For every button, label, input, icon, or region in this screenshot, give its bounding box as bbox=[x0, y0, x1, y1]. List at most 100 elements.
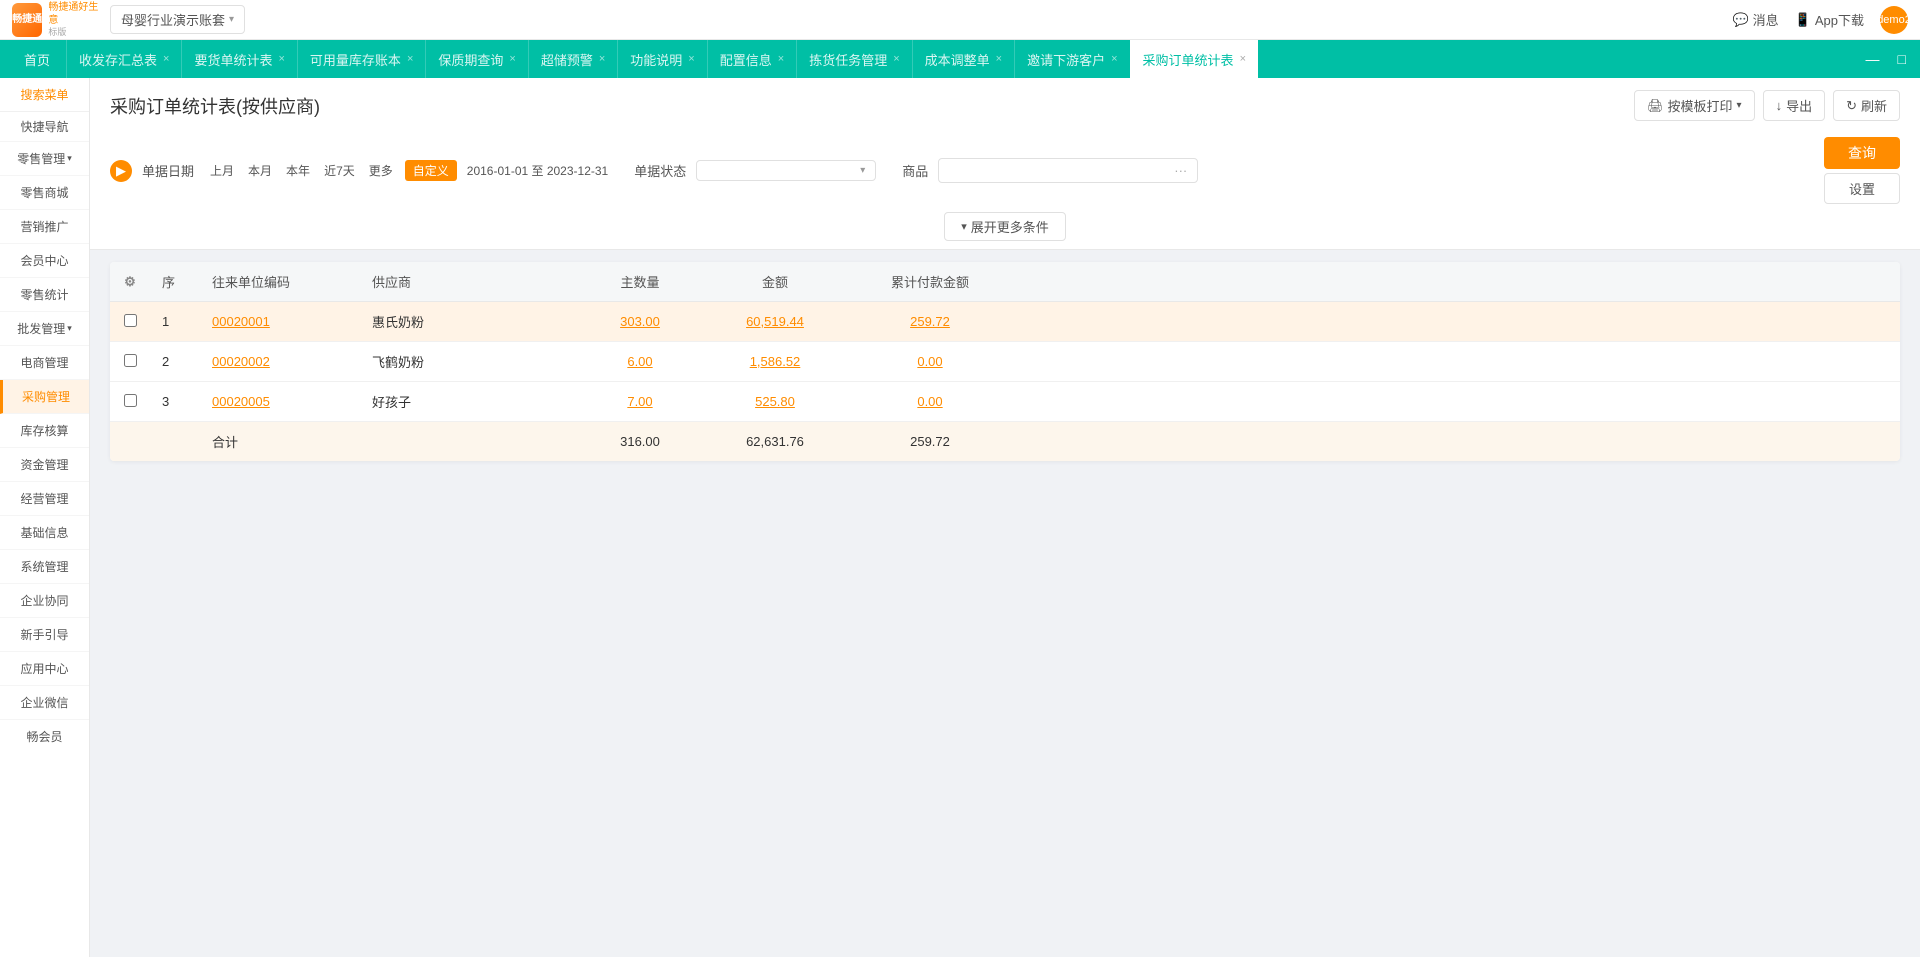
row-amount[interactable]: 1,586.52 bbox=[700, 342, 850, 382]
sidebar-item-vip[interactable]: 畅会员 bbox=[0, 720, 89, 753]
close-icon[interactable]: × bbox=[996, 53, 1002, 65]
goods-label: 商品 bbox=[902, 161, 928, 180]
sidebar-item-new-guide[interactable]: 新手引导 bbox=[0, 618, 89, 652]
minimize-btn[interactable]: — bbox=[1860, 47, 1886, 71]
query-button[interactable]: 查询 bbox=[1824, 137, 1900, 169]
row-qty[interactable]: 7.00 bbox=[580, 382, 700, 422]
row-code[interactable]: 00020005 bbox=[200, 382, 360, 422]
row-no: 2 bbox=[150, 342, 200, 382]
date-btn-7days[interactable]: 近7天 bbox=[318, 160, 361, 181]
close-icon[interactable]: × bbox=[509, 53, 515, 65]
tab-config[interactable]: 配置信息 × bbox=[707, 40, 796, 78]
sidebar-item-biz-mgmt[interactable]: 经营管理 bbox=[0, 482, 89, 516]
user-avatar[interactable]: demo2 bbox=[1880, 6, 1908, 34]
tab-home[interactable]: 首页 bbox=[8, 40, 66, 78]
ellipsis-icon: ··· bbox=[1174, 163, 1187, 178]
row-paid[interactable]: 0.00 bbox=[850, 342, 1010, 382]
date-btn-this-year[interactable]: 本年 bbox=[280, 160, 316, 181]
message-icon: 💬 bbox=[1732, 12, 1748, 28]
close-icon[interactable]: × bbox=[1240, 53, 1246, 65]
close-icon[interactable]: × bbox=[1111, 53, 1117, 65]
sidebar-item-retail-stats[interactable]: 零售统计 bbox=[0, 278, 89, 312]
custom-date-tag: 自定义 bbox=[405, 160, 457, 181]
close-icon[interactable]: × bbox=[893, 53, 899, 65]
sidebar-item-quick-nav[interactable]: 快捷导航 bbox=[0, 112, 89, 142]
footer-amount: 62,631.76 bbox=[700, 422, 850, 462]
sidebar-item-ecommerce-mgmt[interactable]: 电商管理 bbox=[0, 346, 89, 380]
row-checkbox[interactable] bbox=[124, 394, 137, 407]
row-paid[interactable]: 0.00 bbox=[850, 382, 1010, 422]
close-icon[interactable]: × bbox=[278, 53, 284, 65]
tab-pick-task[interactable]: 拣货任务管理 × bbox=[796, 40, 911, 78]
table-row: 1 00020001 惠氏奶粉 303.00 60,519.44 259.72 bbox=[110, 302, 1900, 342]
sidebar-item-inventory-check[interactable]: 库存核算 bbox=[0, 414, 89, 448]
tab-receipts[interactable]: 收发存汇总表 × bbox=[66, 40, 181, 78]
tab-cost-adjust[interactable]: 成本调整单 × bbox=[912, 40, 1014, 78]
tab-overstock[interactable]: 超储预警 × bbox=[528, 40, 617, 78]
workspace-selector[interactable]: 母婴行业演示账套 ▾ bbox=[110, 5, 245, 34]
footer-label: 合计 bbox=[200, 422, 360, 462]
close-icon[interactable]: × bbox=[778, 53, 784, 65]
row-checkbox[interactable] bbox=[124, 314, 137, 327]
sidebar-item-purchase-mgmt[interactable]: 采购管理 bbox=[0, 380, 89, 414]
settings-button[interactable]: 设置 bbox=[1824, 173, 1900, 204]
row-amount[interactable]: 525.80 bbox=[700, 382, 850, 422]
sidebar-item-marketing[interactable]: 营销推广 bbox=[0, 210, 89, 244]
row-qty[interactable]: 6.00 bbox=[580, 342, 700, 382]
sidebar-item-system-mgmt[interactable]: 系统管理 bbox=[0, 550, 89, 584]
sidebar-item-enterprise-coop[interactable]: 企业协同 bbox=[0, 584, 89, 618]
date-btn-this-month[interactable]: 本月 bbox=[242, 160, 278, 181]
app-download-btn[interactable]: 📱 App下载 bbox=[1795, 10, 1864, 29]
expand-more-btn[interactable]: ▾ 展开更多条件 bbox=[944, 212, 1066, 241]
sidebar-item-retail-store[interactable]: 零售商城 bbox=[0, 176, 89, 210]
message-btn[interactable]: 💬 消息 bbox=[1732, 10, 1778, 29]
tab-inventory-ledger[interactable]: 可用量库存账本 × bbox=[297, 40, 425, 78]
col-settings[interactable]: ⚙ bbox=[110, 262, 150, 302]
download-icon: 📱 bbox=[1795, 12, 1811, 28]
table-row: 2 00020002 飞鹤奶粉 6.00 1,586.52 0.00 bbox=[110, 342, 1900, 382]
row-code[interactable]: 00020002 bbox=[200, 342, 360, 382]
close-icon[interactable]: × bbox=[407, 53, 413, 65]
date-btn-more[interactable]: 更多 bbox=[363, 160, 399, 181]
sidebar-item-enterprise-wechat[interactable]: 企业微信 bbox=[0, 686, 89, 720]
export-btn[interactable]: ↓ 导出 bbox=[1763, 90, 1826, 121]
sidebar-search[interactable]: 搜索菜单 bbox=[0, 78, 89, 112]
row-amount[interactable]: 60,519.44 bbox=[700, 302, 850, 342]
footer-qty: 316.00 bbox=[580, 422, 700, 462]
close-icon[interactable]: × bbox=[163, 53, 169, 65]
date-range-display: 2016-01-01 至 2023-12-31 bbox=[467, 162, 608, 179]
row-paid[interactable]: 259.72 bbox=[850, 302, 1010, 342]
sidebar-item-member-center[interactable]: 会员中心 bbox=[0, 244, 89, 278]
row-checkbox[interactable] bbox=[124, 354, 137, 367]
status-label: 单据状态 bbox=[634, 161, 686, 180]
footer-paid: 259.72 bbox=[850, 422, 1010, 462]
row-qty[interactable]: 303.00 bbox=[580, 302, 700, 342]
close-icon[interactable]: × bbox=[599, 53, 605, 65]
col-amount-header: 金额 bbox=[700, 262, 850, 302]
tab-feature-desc[interactable]: 功能说明 × bbox=[617, 40, 706, 78]
logo-icon: 畅捷通 bbox=[12, 3, 42, 37]
sidebar-item-wholesale-mgmt[interactable]: 批发管理 ▾ bbox=[0, 312, 89, 346]
filter-toggle-btn[interactable]: ▶ bbox=[110, 160, 132, 182]
col-supplier-header: 供应商 bbox=[360, 262, 580, 302]
goods-input[interactable]: ··· bbox=[938, 158, 1198, 183]
tab-purchase-order-stat[interactable]: 采购订单统计表 × bbox=[1130, 40, 1258, 78]
sidebar-item-retail-mgmt[interactable]: 零售管理 ▾ bbox=[0, 142, 89, 176]
tab-invite-downstream[interactable]: 邀请下游客户 × bbox=[1014, 40, 1129, 78]
row-code[interactable]: 00020001 bbox=[200, 302, 360, 342]
row-supplier: 惠氏奶粉 bbox=[360, 302, 580, 342]
maximize-btn[interactable]: □ bbox=[1892, 47, 1912, 71]
print-btn[interactable]: 🖨 按模板打印 ▾ bbox=[1634, 90, 1755, 121]
date-btn-last-month[interactable]: 上月 bbox=[204, 160, 240, 181]
tab-purchase-stat[interactable]: 要货单统计表 × bbox=[181, 40, 296, 78]
refresh-btn[interactable]: ↻ 刷新 bbox=[1833, 90, 1900, 121]
tab-expiry[interactable]: 保质期查询 × bbox=[425, 40, 527, 78]
settings-icon: ⚙ bbox=[124, 274, 136, 289]
close-icon[interactable]: × bbox=[688, 53, 694, 65]
logo-text: 畅捷通好生意 标版 bbox=[48, 1, 102, 39]
status-select[interactable]: ▾ bbox=[696, 160, 876, 181]
sidebar-item-app-center[interactable]: 应用中心 bbox=[0, 652, 89, 686]
sidebar-item-basic-info[interactable]: 基础信息 bbox=[0, 516, 89, 550]
chevron-down-icon: ▾ bbox=[229, 14, 234, 25]
sidebar-item-capital-mgmt[interactable]: 资金管理 bbox=[0, 448, 89, 482]
